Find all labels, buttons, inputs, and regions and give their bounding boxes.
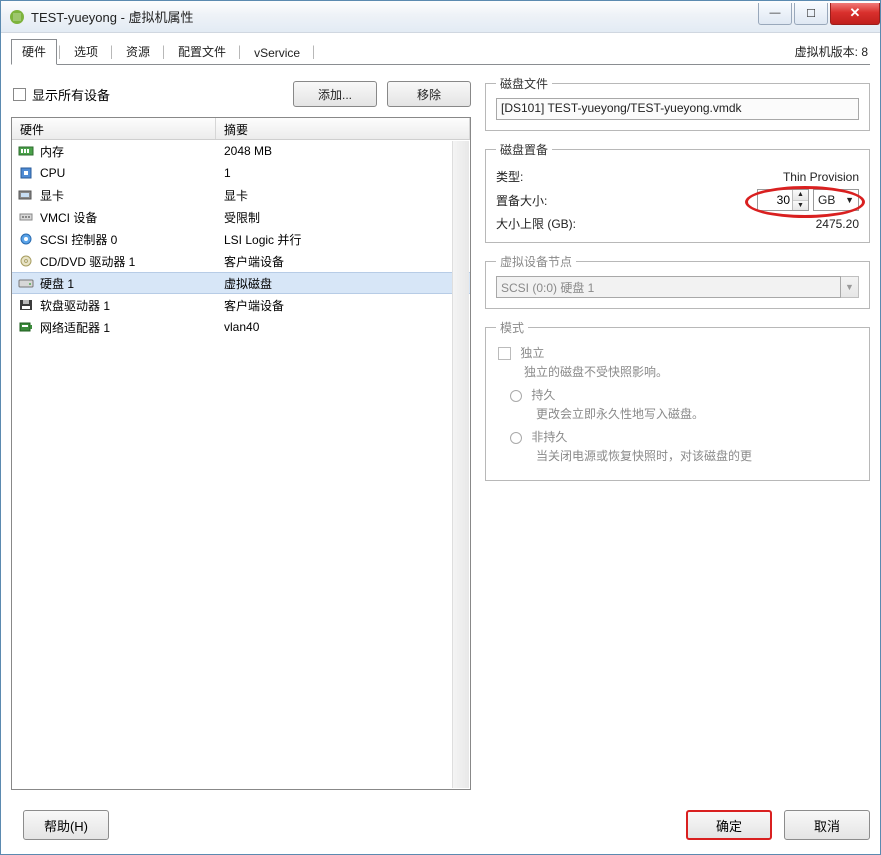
cancel-button[interactable]: 取消: [784, 810, 870, 840]
hardware-list-header: 硬件 摘要: [12, 118, 470, 140]
fd-icon: [18, 298, 34, 312]
mode-independent-desc: 独立的磁盘不受快照影响。: [524, 363, 859, 380]
tab-hardware[interactable]: 硬件: [11, 39, 57, 65]
hardware-row[interactable]: 网络适配器 1 vlan40: [12, 316, 470, 338]
mode-independent-checkbox: [498, 347, 511, 360]
prov-size-spinner[interactable]: ▲▼: [757, 189, 809, 211]
chevron-down-icon: ▼: [845, 195, 854, 205]
mode-nonpersist-radio: [510, 432, 522, 444]
mem-icon: [18, 144, 34, 158]
hardware-row-name: 软盘驱动器 1: [40, 297, 110, 314]
cd-icon: [18, 254, 34, 268]
hardware-row[interactable]: CPU 1: [12, 162, 470, 184]
virtual-device-node-legend: 虚拟设备节点: [496, 253, 576, 270]
hardware-row-name: CPU: [40, 166, 65, 180]
hardware-row-name: SCSI 控制器 0: [40, 231, 117, 248]
hardware-row-summary: 2048 MB: [216, 144, 470, 158]
hardware-row-name: 显卡: [40, 187, 64, 204]
col-summary[interactable]: 摘要: [216, 118, 470, 139]
mode-legend: 模式: [496, 319, 528, 336]
scsi-icon: [18, 232, 34, 246]
cpu-icon: [18, 166, 34, 180]
hardware-row-summary: LSI Logic 并行: [216, 231, 470, 248]
ok-button[interactable]: 确定: [686, 810, 772, 840]
vid-icon: [18, 188, 34, 202]
tab-bar: 硬件 选项 资源 配置文件 vService 虚拟机版本: 8: [11, 39, 870, 65]
hardware-row-name: 内存: [40, 143, 64, 160]
hardware-row-summary: 客户端设备: [216, 297, 470, 314]
mode-nonpersist-desc: 当关闭电源或恢复快照时，对该磁盘的更: [536, 447, 859, 464]
spinner-down-icon[interactable]: ▼: [793, 200, 808, 210]
show-all-devices-label: 显示所有设备: [32, 85, 283, 104]
tab-profiles[interactable]: 配置文件: [167, 39, 237, 64]
hardware-list[interactable]: 硬件 摘要 内存 2048 MB CPU 1 显卡 显卡 VMCI 设备 受限制…: [11, 117, 471, 790]
hardware-row-summary: 显卡: [216, 187, 470, 204]
hardware-row[interactable]: SCSI 控制器 0 LSI Logic 并行: [12, 228, 470, 250]
hardware-row-summary: 1: [216, 166, 470, 180]
tab-vservice[interactable]: vService: [243, 42, 311, 64]
virtual-device-node-group: 虚拟设备节点 SCSI (0:0) 硬盘 1 ▼: [485, 253, 870, 309]
show-all-devices-checkbox[interactable]: [13, 88, 26, 101]
remove-button[interactable]: 移除: [387, 81, 471, 107]
hardware-row-name: 硬盘 1: [40, 275, 74, 292]
mode-independent-label: 独立: [520, 346, 544, 360]
minimize-button[interactable]: —: [758, 3, 792, 25]
hd-icon: [18, 276, 34, 290]
help-button[interactable]: 帮助(H): [23, 810, 109, 840]
maximize-button[interactable]: ☐: [794, 3, 828, 25]
mode-persist-label: 持久: [531, 388, 555, 402]
tab-options[interactable]: 选项: [63, 39, 109, 64]
vm-version-label: 虚拟机版本: 8: [795, 43, 868, 60]
prov-max-label: 大小上限 (GB):: [496, 215, 626, 232]
hardware-row-name: CD/DVD 驱动器 1: [40, 253, 135, 270]
titlebar[interactable]: TEST-yueyong - 虚拟机属性 — ☐ ✕: [1, 1, 880, 33]
hardware-row-summary: vlan40: [216, 320, 470, 334]
prov-type-value: Thin Provision: [626, 170, 859, 184]
disk-provision-legend: 磁盘置备: [496, 141, 552, 158]
add-button[interactable]: 添加...: [293, 81, 377, 107]
vm-properties-window: TEST-yueyong - 虚拟机属性 — ☐ ✕ 硬件 选项 资源 配置文件…: [0, 0, 881, 855]
prov-size-unit-select[interactable]: GB ▼: [813, 189, 859, 211]
hardware-row[interactable]: 硬盘 1 虚拟磁盘: [12, 272, 470, 294]
hardware-row-summary: 客户端设备: [216, 253, 470, 270]
close-button[interactable]: ✕: [830, 3, 880, 25]
disk-provision-group: 磁盘置备 类型: Thin Provision 置备大小: ▲▼: [485, 141, 870, 243]
mode-group: 模式 独立 独立的磁盘不受快照影响。 持久 更改会立即永久性地写入磁盘。 非持久: [485, 319, 870, 481]
disk-file-legend: 磁盘文件: [496, 75, 552, 92]
tab-resources[interactable]: 资源: [115, 39, 161, 64]
mode-persist-radio: [510, 390, 522, 402]
spinner-up-icon[interactable]: ▲: [793, 190, 808, 200]
col-hardware[interactable]: 硬件: [12, 118, 216, 139]
hardware-row[interactable]: VMCI 设备 受限制: [12, 206, 470, 228]
hardware-row[interactable]: CD/DVD 驱动器 1 客户端设备: [12, 250, 470, 272]
vsphere-icon: [9, 9, 25, 25]
disk-file-value: [DS101] TEST-yueyong/TEST-yueyong.vmdk: [496, 98, 859, 120]
hardware-row-summary: 受限制: [216, 209, 470, 226]
nic-icon: [18, 320, 34, 334]
vmci-icon: [18, 210, 34, 224]
disk-file-group: 磁盘文件 [DS101] TEST-yueyong/TEST-yueyong.v…: [485, 75, 870, 131]
prov-size-label: 置备大小:: [496, 192, 626, 209]
hardware-row-summary: 虚拟磁盘: [216, 275, 470, 292]
mode-nonpersist-label: 非持久: [531, 430, 567, 444]
virtual-device-node-value: SCSI (0:0) 硬盘 1: [496, 276, 841, 298]
prov-size-input[interactable]: [758, 192, 792, 208]
hardware-row-name: VMCI 设备: [40, 209, 97, 226]
prov-size-unit: GB: [818, 193, 835, 207]
mode-persist-desc: 更改会立即永久性地写入磁盘。: [536, 405, 859, 422]
prov-max-value: 2475.20: [626, 217, 859, 231]
hardware-row[interactable]: 软盘驱动器 1 客户端设备: [12, 294, 470, 316]
hardware-row-name: 网络适配器 1: [40, 319, 110, 336]
window-title: TEST-yueyong - 虚拟机属性: [31, 7, 756, 26]
scrollbar[interactable]: [452, 141, 469, 788]
hardware-row[interactable]: 显卡 显卡: [12, 184, 470, 206]
virtual-device-node-dropdown: ▼: [841, 276, 859, 298]
hardware-row[interactable]: 内存 2048 MB: [12, 140, 470, 162]
prov-type-label: 类型:: [496, 168, 626, 185]
window-buttons: — ☐ ✕: [756, 3, 880, 25]
